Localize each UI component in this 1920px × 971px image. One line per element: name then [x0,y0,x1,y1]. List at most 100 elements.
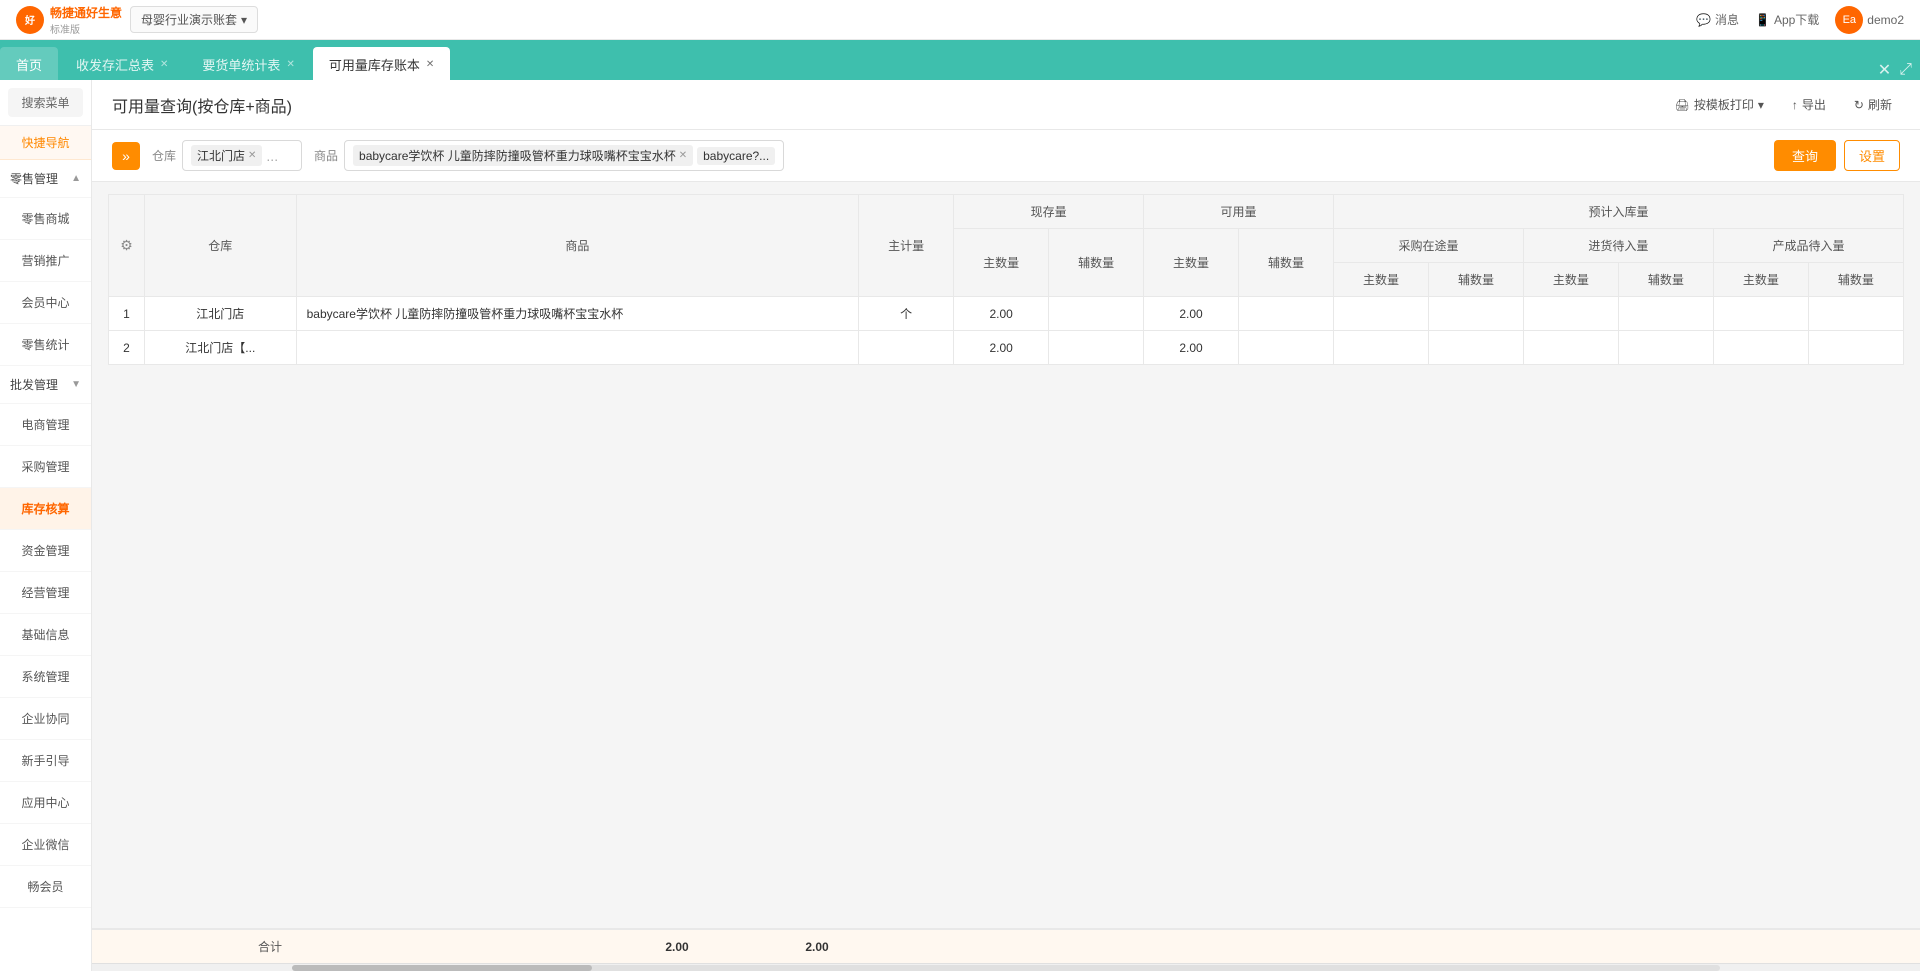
close-orders-tab[interactable]: ✕ [286,59,294,70]
page-actions: 🖨 按模板打印 ▾ ↑ 导出 ↻ 刷新 [1667,92,1900,117]
cell-current-aux [1049,297,1144,331]
page-title: 可用量查询(按仓库+商品) [112,93,292,117]
print-icon: 🖨 [1675,98,1690,112]
cell-unit [859,331,954,365]
sidebar-item-appcenter[interactable]: 应用中心 [0,782,91,824]
tenant-selector[interactable]: 母婴行业演示账套 ▾ [130,6,258,33]
cell-avail-main: 2.00 [1144,331,1239,365]
sidebar-item-ecommerce[interactable]: 电商管理 [0,404,91,446]
logo-icon: 好 [16,6,44,34]
scroll-thumb[interactable] [292,965,592,971]
chevron-down-icon-print: ▾ [1758,98,1764,112]
cell-product [296,331,859,365]
sidebar-item-wholesale[interactable]: 批发管理 ▼ [0,366,91,404]
th-warehouse: 仓库 [145,195,297,297]
filter-bar: » 仓库 江北门店 ✕ ... 商品 babycare学饮杯 儿童防摔防撞吸管杯… [92,130,1920,182]
search-menu-btn[interactable]: 搜索菜单 [8,88,83,117]
print-btn[interactable]: 🖨 按模板打印 ▾ [1667,92,1772,117]
top-bar-left: 好 畅捷通好生意 标准版 母婴行业演示账套 ▾ [16,4,258,36]
remove-warehouse-tag[interactable]: ✕ [248,150,256,161]
sidebar-item-inventory[interactable]: 库存核算 [0,488,91,530]
wholesale-label: 批发管理 [10,376,58,393]
quick-nav-btn[interactable]: 快捷导航 [0,126,91,160]
tab-receipts[interactable]: 收发存汇总表 ✕ [60,47,184,81]
cell-purchase-main [1334,331,1429,365]
sidebar-item-basic[interactable]: 基础信息 [0,614,91,656]
cell-current-main: 2.00 [954,331,1049,365]
sidebar-item-purchase[interactable]: 采购管理 [0,446,91,488]
table-container: ⚙ 仓库 商品 主计量 现存量 可用量 预计入库量 主数量 辅数量 主数量 辅数… [92,182,1920,928]
table-row: 1 江北门店 babycare学饮杯 儿童防摔防撞吸管杯重力球吸嘴杯宝宝水杯 个… [109,297,1904,331]
setting-btn[interactable]: 设置 [1844,140,1900,171]
sidebar-item-business[interactable]: 经营管理 [0,572,91,614]
product-tag-2: babycare?... [697,147,775,165]
sidebar-item-retail-shop[interactable]: 零售商城 [0,198,91,240]
th-current-main: 主数量 [954,229,1049,297]
chevron-icon-2: ▼ [71,379,81,390]
close-available-tab[interactable]: ✕ [426,59,434,70]
product-tag-1: babycare学饮杯 儿童防摔防撞吸管杯重力球吸嘴杯宝宝水杯 ✕ [353,145,693,166]
message-btn[interactable]: 💬 消息 [1696,11,1739,28]
th-current-stock: 现存量 [954,195,1144,229]
message-icon: 💬 [1696,13,1711,27]
close-receipts-tab[interactable]: ✕ [160,59,168,70]
main-layout: 搜索菜单 快捷导航 零售管理 ▲ 零售商城 营销推广 会员中心 零售统计 批发管… [0,80,1920,971]
cell-incoming-main [1523,297,1618,331]
cell-purchase-main [1334,297,1429,331]
th-incoming: 进货待入量 [1523,229,1713,263]
th-production-main: 主数量 [1713,263,1808,297]
data-table: ⚙ 仓库 商品 主计量 现存量 可用量 预计入库量 主数量 辅数量 主数量 辅数… [108,194,1904,365]
query-btn[interactable]: 查询 [1774,140,1836,171]
settings-icon[interactable]: ⚙ [120,237,133,253]
app-download-btn[interactable]: 📱 App下载 [1755,11,1819,28]
cell-current-main: 2.00 [954,297,1049,331]
refresh-icon: ↻ [1854,98,1864,112]
sidebar-item-retail[interactable]: 零售管理 ▲ [0,160,91,198]
cell-production-aux [1808,331,1903,365]
sidebar-item-enterprise[interactable]: 企业协同 [0,698,91,740]
cell-avail-aux [1239,297,1334,331]
footer-label: 合计 [258,938,282,955]
th-product: 商品 [296,195,859,297]
sidebar-item-vip[interactable]: 畅会员 [0,866,91,908]
table-footer: 合计 2.00 2.00 [92,928,1920,963]
product-input[interactable]: babycare学饮杯 儿童防摔防撞吸管杯重力球吸嘴杯宝宝水杯 ✕ babyca… [344,140,784,171]
warehouse-input[interactable]: 江北门店 ✕ ... [182,140,302,171]
sidebar-item-members[interactable]: 会员中心 [0,282,91,324]
receipts-tab-label: 收发存汇总表 [76,55,154,74]
filter-actions: 查询 设置 [1774,140,1900,171]
logo-text: 畅捷通好生意 标准版 [50,4,122,36]
cell-production-main [1713,331,1808,365]
retail-label: 零售管理 [10,170,58,187]
remove-product-tag-1[interactable]: ✕ [679,150,687,161]
tab-orders[interactable]: 要货单统计表 ✕ [186,47,310,81]
tab-available[interactable]: 可用量库存账本 ✕ [313,47,450,81]
sidebar-item-marketing[interactable]: 营销推广 [0,240,91,282]
content-area: 可用量查询(按仓库+商品) 🖨 按模板打印 ▾ ↑ 导出 ↻ 刷新 [92,80,1920,971]
sidebar: 搜索菜单 快捷导航 零售管理 ▲ 零售商城 营销推广 会员中心 零售统计 批发管… [0,80,92,971]
top-bar: 好 畅捷通好生意 标准版 母婴行业演示账套 ▾ 💬 消息 📱 App下载 Ea … [0,0,1920,40]
th-production-aux: 辅数量 [1808,263,1903,297]
refresh-btn[interactable]: ↻ 刷新 [1846,92,1900,117]
tab-home[interactable]: 首页 [0,47,58,81]
warehouse-label: 仓库 [152,147,176,164]
close-all-tabs-btn[interactable]: ✕ [1878,60,1891,80]
sidebar-item-finance[interactable]: 资金管理 [0,530,91,572]
top-bar-right: 💬 消息 📱 App下载 Ea demo2 [1696,6,1904,34]
sidebar-item-retail-stats[interactable]: 零售统计 [0,324,91,366]
warehouse-tag: 江北门店 ✕ [191,145,262,166]
sidebar-item-corpwechat[interactable]: 企业微信 [0,824,91,866]
warehouse-dots[interactable]: ... [266,148,278,164]
user-profile[interactable]: Ea demo2 [1835,6,1904,34]
product-filter: 商品 babycare学饮杯 儿童防摔防撞吸管杯重力球吸嘴杯宝宝水杯 ✕ bab… [314,140,784,171]
sidebar-item-newguide[interactable]: 新手引导 [0,740,91,782]
sidebar-item-system[interactable]: 系统管理 [0,656,91,698]
scroll-bar[interactable] [92,963,1920,971]
cell-production-main [1713,297,1808,331]
filter-toggle-btn[interactable]: » [112,142,140,170]
cell-production-aux [1808,297,1903,331]
warehouse-filter: 仓库 江北门店 ✕ ... [152,140,302,171]
th-expected-in: 预计入库量 [1334,195,1904,229]
expand-tabs-btn[interactable]: ⤢ [1899,61,1912,79]
export-btn[interactable]: ↑ 导出 [1784,92,1834,117]
